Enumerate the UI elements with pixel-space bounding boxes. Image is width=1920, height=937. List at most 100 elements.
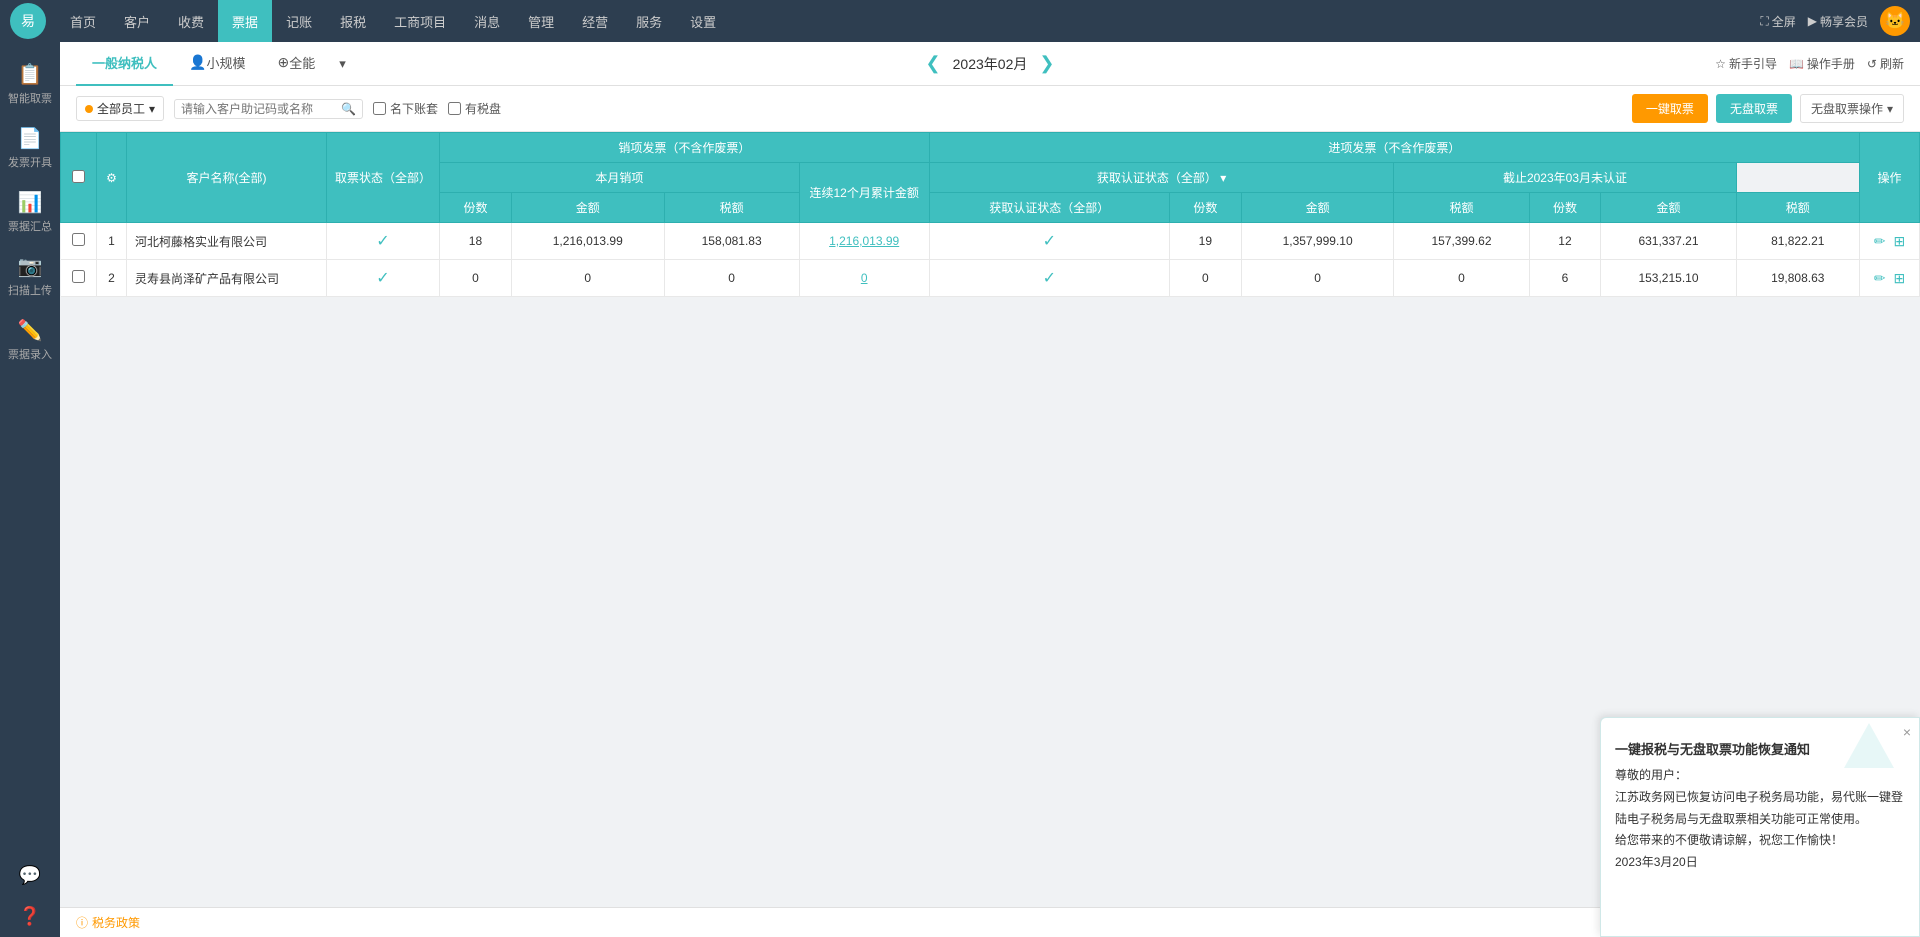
tax-policy-link[interactable]: ⓘ 税务政策 [76,914,140,931]
notification-panel: × 一键报税与无盘取票功能恢复通知 尊敬的用户： 江苏政务网已恢复访问电子税务局… [1600,717,1920,937]
row-sales-tax-0: 158,081.83 [664,223,799,260]
sidebar-item-ticket-entry[interactable]: ✏️ 票据录入 [0,308,60,372]
next-month-button[interactable]: ❯ [1039,53,1054,74]
nav-home[interactable]: 首页 [56,0,110,42]
employee-filter-select[interactable]: 全部员工 ▾ [76,96,164,121]
tax-disk-filter-input[interactable] [448,102,461,115]
row-sales-amount-1: 0 [511,260,664,297]
account-filter-label: 名下账套 [390,100,438,117]
sidebar-item-ticket-summary[interactable]: 📊 票据汇总 [0,180,60,244]
search-box: 🔍 [174,99,363,119]
manual-button[interactable]: 📖 操作手册 [1789,55,1855,72]
one-key-ticket-button[interactable]: 一键取票 [1632,94,1708,123]
fullscreen-button[interactable]: ⛶ 全屏 [1760,13,1795,30]
notification-body: 江苏政务网已恢复访问电子税务局功能，易代账一键登陆电子税务局与无盘取票相关功能可… [1615,787,1905,830]
sidebar-item-label-ticket-entry: 票据录入 [8,346,52,362]
nav-customer[interactable]: 客户 [110,0,164,42]
manual-icon: 📖 [1789,57,1804,71]
edit-icon-0[interactable]: ✏ [1874,233,1886,250]
th-sales-group: 销项发票（不含作废票） [440,133,930,163]
chevron-down-icon: ▾ [339,56,346,72]
row-num-1: 2 [97,260,127,297]
no-disk-ops-button[interactable]: 无盘取票操作 ▾ [1800,94,1904,123]
sidebar-item-invoice-open[interactable]: 📄 发票开具 [0,116,60,180]
nav-message[interactable]: 消息 [460,0,514,42]
no-disk-ticket-button[interactable]: 无盘取票 [1716,94,1792,123]
sidebar-item-smart-ticket[interactable]: 📋 智能取票 [0,52,60,116]
row-checkbox-0[interactable] [72,233,85,246]
table-row: 1 河北柯藤格实业有限公司 ✓ 18 1,216,013.99 158,081.… [61,223,1920,260]
search-input[interactable] [181,102,341,116]
left-sidebar: 📋 智能取票 📄 发票开具 📊 票据汇总 📷 扫描上传 ✏️ 票据录入 💬 ❓ [0,42,60,937]
row-checkbox-1[interactable] [72,270,85,283]
row-cert-status-0: ✓ [929,223,1169,260]
settings-icon[interactable]: ⚙ [106,171,117,185]
download-icon-1[interactable]: ⊞ [1894,270,1906,287]
nav-tax[interactable]: 报税 [326,0,380,42]
row-input-uncert-amount-1: 153,215.10 [1601,260,1736,297]
action-icons-container-1: ✏ ⊞ [1868,270,1911,287]
nav-settings[interactable]: 设置 [676,0,730,42]
tab-all-capable[interactable]: ⊕ 全能 [261,42,331,86]
th-input-uncert-tax: 税额 [1736,193,1859,223]
th-action: 操作 [1860,133,1920,223]
account-filter-checkbox[interactable]: 名下账套 [373,100,438,117]
date-navigator: ❮ 2023年02月 ❯ [926,53,1055,74]
search-icon[interactable]: 🔍 [341,102,356,116]
row-actions-1: ✏ ⊞ [1860,260,1920,297]
notification-decoration [1839,718,1899,778]
action-icons-container-0: ✏ ⊞ [1868,233,1911,250]
sidebar-help[interactable]: ❓ [19,896,41,937]
tab-more-dropdown[interactable]: ▾ [331,56,354,72]
refresh-button[interactable]: ↺ 刷新 [1867,55,1904,72]
filter-toolbar: 全部员工 ▾ 🔍 名下账套 有税盘 一键取票 无盘取票 无盘取票操作 ▾ [60,86,1920,132]
nav-manage[interactable]: 管理 [514,0,568,42]
tax-disk-filter-checkbox[interactable]: 有税盘 [448,100,501,117]
nav-fee[interactable]: 收费 [164,0,218,42]
download-icon-0[interactable]: ⊞ [1894,233,1906,250]
scan-upload-icon: 📷 [18,254,43,279]
tab-small-scale[interactable]: 👤 小规模 [173,42,261,86]
sidebar-item-scan-upload[interactable]: 📷 扫描上传 [0,244,60,308]
th-cert-status-col: 获取认证状态（全部） [929,193,1169,223]
nav-operation[interactable]: 经营 [568,0,622,42]
nav-service[interactable]: 服务 [622,0,676,42]
logo[interactable]: 易 [10,3,46,39]
invoice-open-icon: 📄 [18,126,43,151]
sales-cumulative-link-0[interactable]: 1,216,013.99 [829,234,899,248]
edit-icon-1[interactable]: ✏ [1874,270,1886,287]
sales-cumulative-link-1[interactable]: 0 [861,271,868,285]
row-actions-0: ✏ ⊞ [1860,223,1920,260]
th-input-uncert-count: 份数 [1529,193,1601,223]
tab-general-taxpayer[interactable]: 一般纳税人 [76,42,173,86]
employee-filter-chevron-icon: ▾ [149,102,155,116]
sidebar-chat[interactable]: 💬 [19,855,41,896]
sub-tab-actions: ☆ 新手引导 📖 操作手册 ↺ 刷新 [1715,55,1904,72]
avatar[interactable]: 🐱 [1880,6,1910,36]
row-input-uncert-tax-1: 19,808.63 [1736,260,1859,297]
row-sales-cumulative-1: 0 [799,260,929,297]
prev-month-button[interactable]: ❮ [926,53,941,74]
row-sales-tax-1: 0 [664,260,799,297]
new-guide-button[interactable]: ☆ 新手引导 [1715,55,1777,72]
member-button[interactable]: ▶ 畅享会员 [1808,13,1868,30]
row-num-0: 1 [97,223,127,260]
tab-all-label: 全能 [289,53,315,72]
th-input-period-cert-filter[interactable]: ▾ [1220,171,1226,185]
th-sales-tax: 税额 [664,193,799,223]
notification-close-button[interactable]: × [1903,724,1911,740]
ticket-status-icon-0: ✓ [376,233,389,250]
account-filter-input[interactable] [373,102,386,115]
th-customer-name: 客户名称(全部) [127,133,327,223]
row-ticket-status-0: ✓ [327,223,440,260]
toolbar-right-buttons: 一键取票 无盘取票 无盘取票操作 ▾ [1632,94,1904,123]
nav-accounting[interactable]: 记账 [272,0,326,42]
nav-ticket[interactable]: 票据 [218,0,272,42]
select-all-checkbox[interactable] [72,170,85,183]
row-name-0: 河北柯藤格实业有限公司 [127,223,327,260]
table-row: 2 灵寿县尚泽矿产品有限公司 ✓ 0 0 0 0 ✓ 0 0 0 6 153,2… [61,260,1920,297]
nav-items: 首页 客户 收费 票据 记账 报税 工商项目 消息 管理 经营 服务 设置 [56,0,1760,42]
member-icon: ▶ [1808,14,1817,28]
row-sales-amount-0: 1,216,013.99 [511,223,664,260]
nav-business[interactable]: 工商项目 [380,0,460,42]
